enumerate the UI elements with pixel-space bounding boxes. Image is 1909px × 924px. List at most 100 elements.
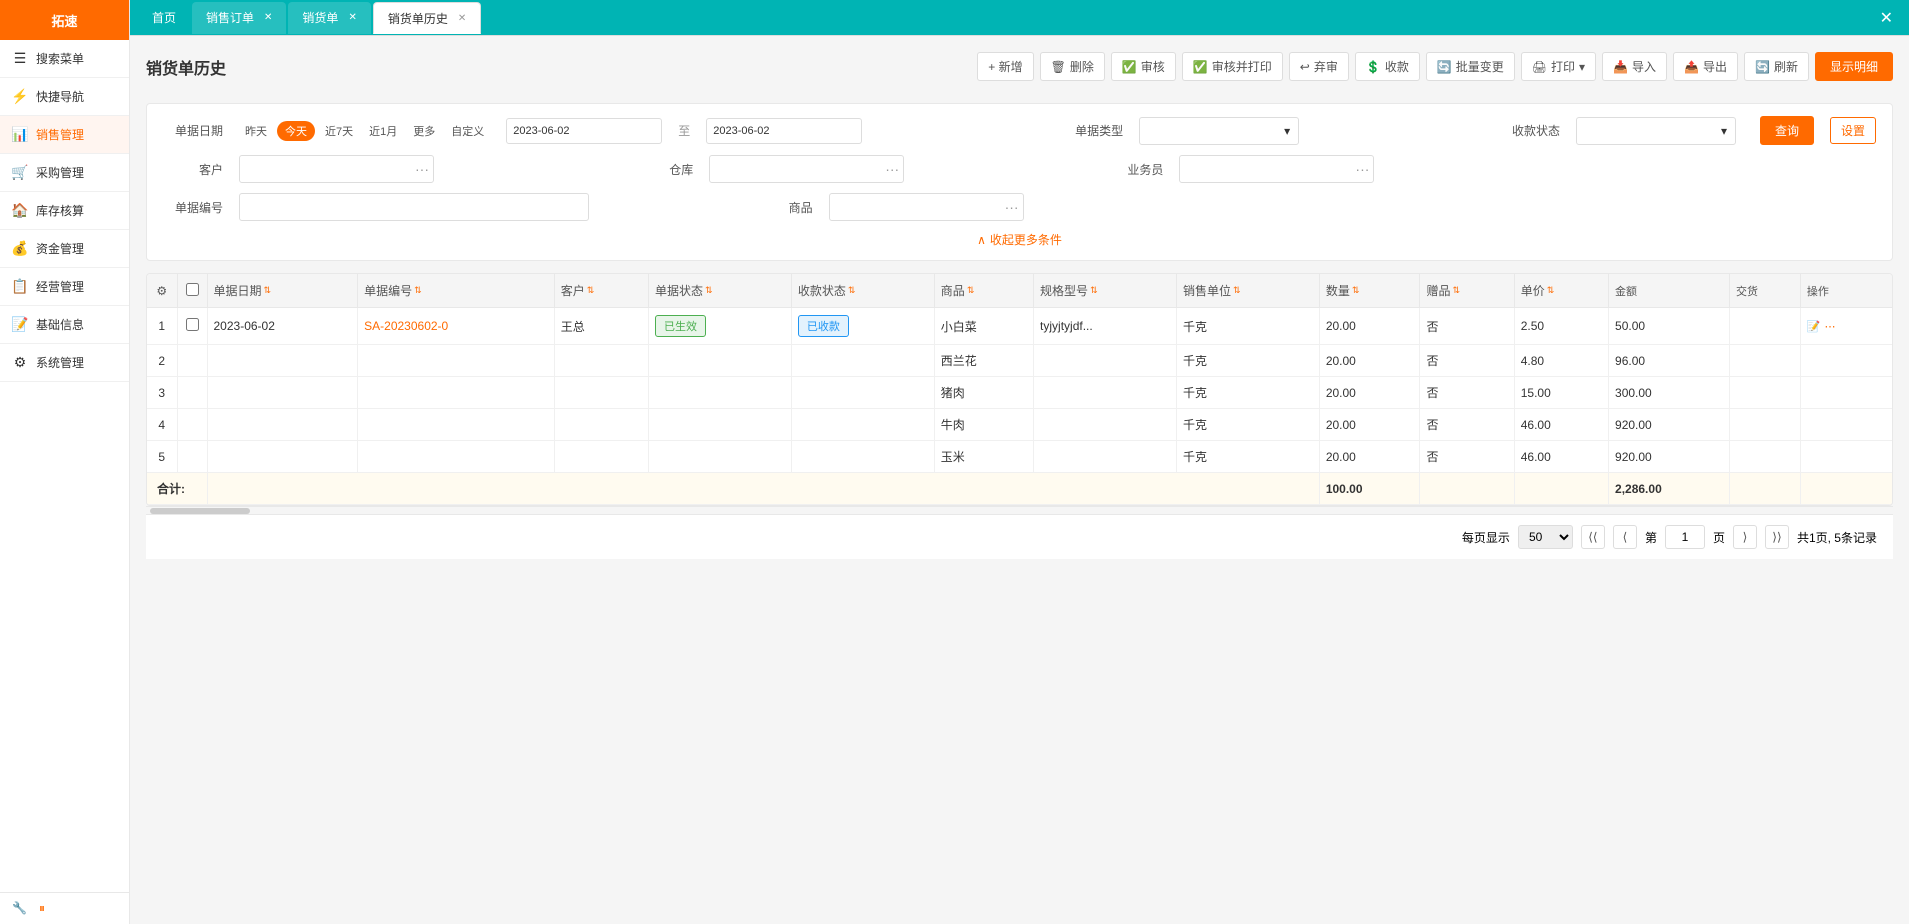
- collapse-up-icon: ∧: [977, 233, 986, 247]
- cell-checkbox[interactable]: [177, 308, 207, 345]
- action-link[interactable]: 📝: [1807, 321, 1821, 333]
- table-row: 5 玉米 千克 20.00 否 46.00 920.00: [147, 441, 1892, 473]
- abandon-button[interactable]: ↩ 弃审: [1289, 52, 1349, 81]
- cell-doc-status: [649, 345, 792, 377]
- customer-input[interactable]: [240, 156, 411, 182]
- date-7days-btn[interactable]: 近7天: [319, 121, 359, 141]
- collapse-btn[interactable]: ∧ 收起更多条件: [163, 231, 1876, 248]
- cell-seq: 2: [147, 345, 177, 377]
- cell-checkbox[interactable]: [177, 377, 207, 409]
- sidebar-item-basic-info[interactable]: 📝 基础信息: [0, 306, 129, 344]
- refresh-button[interactable]: 🔄 刷新: [1744, 52, 1809, 81]
- qty-sort-icon[interactable]: ⇅: [1352, 285, 1360, 296]
- doc-no-input[interactable]: [239, 193, 589, 221]
- cell-checkbox[interactable]: [177, 441, 207, 473]
- cell-doc-no[interactable]: [358, 441, 555, 473]
- doc-date-sort-icon[interactable]: ⇅: [264, 285, 272, 296]
- date-yesterday-btn[interactable]: 昨天: [239, 121, 273, 141]
- tab-sales-goods[interactable]: 销货单 ✕: [288, 2, 370, 34]
- date-custom-btn[interactable]: 自定义: [445, 121, 490, 141]
- sidebar-item-sales[interactable]: 📊 销售管理: [0, 116, 129, 154]
- last-page-btn[interactable]: ⟩⟩: [1765, 525, 1789, 549]
- sidebar-item-quick-nav[interactable]: ⚡ 快捷导航: [0, 78, 129, 116]
- tab-sales-history[interactable]: 销货单历史 ✕: [373, 2, 481, 34]
- goods-sort-icon[interactable]: ⇅: [967, 285, 975, 296]
- cell-doc-no[interactable]: [358, 409, 555, 441]
- salesperson-dots-btn[interactable]: ···: [1351, 161, 1373, 177]
- receipt-status-select[interactable]: ▾: [1576, 117, 1736, 145]
- query-button[interactable]: 查询: [1760, 116, 1814, 145]
- tab-sales-history-close[interactable]: ✕: [458, 13, 466, 24]
- import-button[interactable]: 📥 导入: [1602, 52, 1667, 81]
- sidebar-item-inventory[interactable]: 🏠 库存核算: [0, 192, 129, 230]
- doc-status-sort-icon[interactable]: ⇅: [705, 285, 713, 296]
- tab-sales-goods-close[interactable]: ✕: [348, 12, 356, 23]
- date-from-input[interactable]: [506, 118, 662, 144]
- page-input[interactable]: [1665, 525, 1705, 549]
- th-checkbox: [177, 274, 207, 308]
- tab-sales-order[interactable]: 销售订单 ✕: [192, 2, 286, 34]
- cell-gift: 否: [1420, 441, 1514, 473]
- next-page-btn[interactable]: ⟩: [1733, 525, 1757, 549]
- receive-button[interactable]: 💲 收款: [1355, 52, 1420, 81]
- pay-status-sort-icon[interactable]: ⇅: [848, 285, 856, 296]
- select-all-checkbox[interactable]: [186, 283, 199, 296]
- goods-dots-btn[interactable]: ···: [1001, 199, 1023, 215]
- cell-checkbox[interactable]: [177, 409, 207, 441]
- gift-sort-icon[interactable]: ⇅: [1452, 285, 1460, 296]
- cell-doc-no[interactable]: SA-20230602-0: [358, 308, 555, 345]
- warehouse-dots-btn[interactable]: ···: [881, 161, 903, 177]
- action-link[interactable]: ⋯: [1825, 321, 1836, 333]
- first-page-btn[interactable]: ⟨⟨: [1581, 525, 1605, 549]
- sidebar-item-purchase[interactable]: 🛒 采购管理: [0, 154, 129, 192]
- pause-icon[interactable]: ⏸: [39, 901, 45, 916]
- sidebar-item-system[interactable]: ⚙ 系统管理: [0, 344, 129, 382]
- cell-doc-no[interactable]: [358, 377, 555, 409]
- prev-page-btn[interactable]: ⟨: [1613, 525, 1637, 549]
- tab-sales-order-close[interactable]: ✕: [264, 12, 272, 23]
- sidebar-item-search-menu[interactable]: ☰ 搜索菜单: [0, 40, 129, 78]
- date-more-btn[interactable]: 更多: [407, 121, 441, 141]
- audit-button[interactable]: ✅ 审核: [1111, 52, 1176, 81]
- customer-sort-icon[interactable]: ⇅: [587, 285, 595, 296]
- batch-change-button[interactable]: 🔄 批量变更: [1426, 52, 1515, 81]
- unit-sort-icon[interactable]: ⇅: [1233, 285, 1241, 296]
- customer-label: 客户: [163, 161, 223, 178]
- scroll-thumb[interactable]: [150, 508, 250, 514]
- export-button[interactable]: 📤 导出: [1673, 52, 1738, 81]
- cell-seq: 5: [147, 441, 177, 473]
- date-1month-btn[interactable]: 近1月: [363, 121, 403, 141]
- cell-goods: 玉米: [934, 441, 1033, 473]
- settings-bottom-icon[interactable]: 🔧: [12, 901, 27, 916]
- tabbar-close-btn[interactable]: ✕: [1872, 8, 1901, 28]
- show-detail-button[interactable]: 显示明细: [1815, 52, 1893, 81]
- print-button[interactable]: 🖨 打印 ▾: [1521, 52, 1596, 81]
- sidebar-item-finance[interactable]: 💰 资金管理: [0, 230, 129, 268]
- audit-print-button[interactable]: ✅ 审核并打印: [1182, 52, 1283, 81]
- doc-no-sort-icon[interactable]: ⇅: [414, 285, 422, 296]
- date-to-input[interactable]: [706, 118, 862, 144]
- table-settings-icon[interactable]: ⚙: [156, 284, 167, 298]
- sidebar-item-operation[interactable]: 📋 经营管理: [0, 268, 129, 306]
- cell-price: 2.50: [1514, 308, 1608, 345]
- cell-doc-no[interactable]: [358, 345, 555, 377]
- spec-sort-icon[interactable]: ⇅: [1090, 285, 1098, 296]
- cell-doc-date: [207, 409, 358, 441]
- per-page-select[interactable]: 50 100 200: [1518, 525, 1573, 549]
- print-icon: 🖨: [1532, 60, 1547, 74]
- warehouse-input[interactable]: [710, 156, 881, 182]
- doc-type-select[interactable]: ▾: [1139, 117, 1299, 145]
- settings-button[interactable]: 设置: [1830, 117, 1876, 144]
- date-today-btn[interactable]: 今天: [277, 121, 315, 141]
- customer-dots-btn[interactable]: ···: [411, 161, 433, 177]
- cell-unit: 千克: [1176, 377, 1319, 409]
- salesperson-input[interactable]: [1180, 156, 1351, 182]
- delete-button[interactable]: 🗑 删除: [1040, 52, 1105, 81]
- price-sort-icon[interactable]: ⇅: [1547, 285, 1555, 296]
- cell-checkbox[interactable]: [177, 345, 207, 377]
- new-button[interactable]: + 新增: [977, 52, 1033, 81]
- th-settings[interactable]: ⚙: [147, 274, 177, 308]
- horizontal-scrollbar[interactable]: [146, 506, 1893, 514]
- tab-home[interactable]: 首页: [138, 2, 190, 34]
- goods-input[interactable]: [830, 194, 1001, 220]
